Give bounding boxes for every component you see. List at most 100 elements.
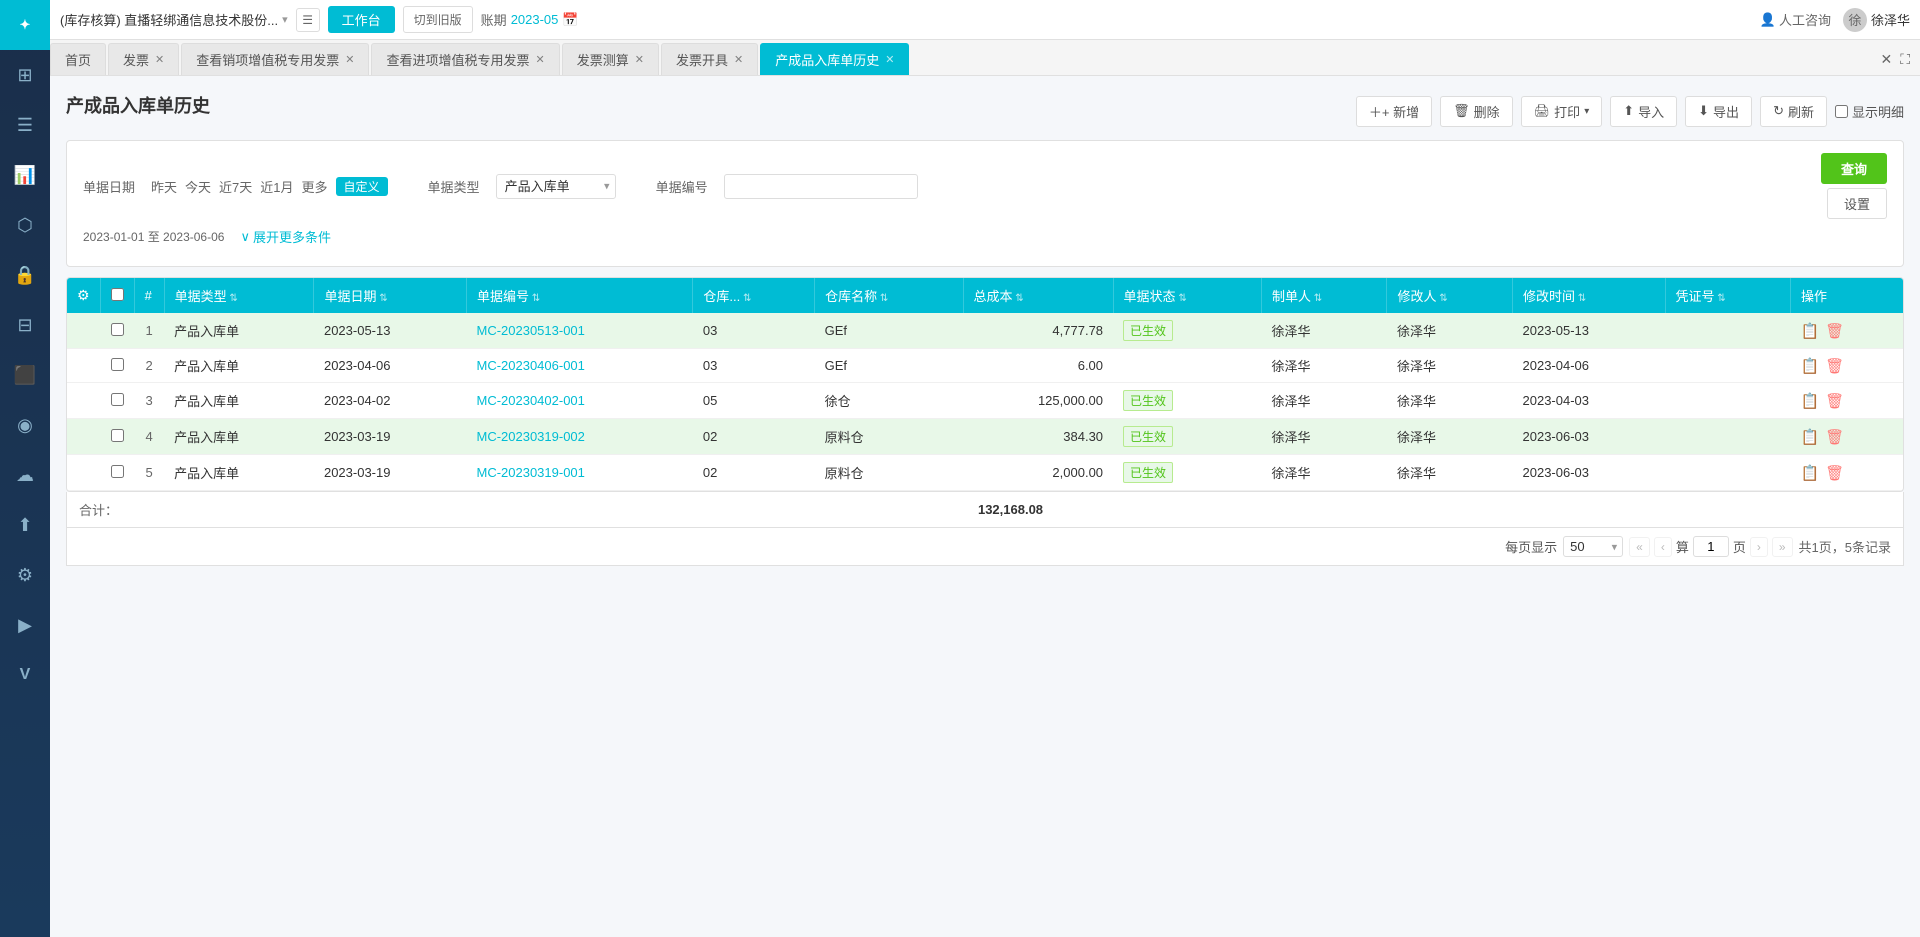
- row-checkbox-4[interactable]: [111, 429, 124, 442]
- col-voucher[interactable]: 凭证号: [1665, 278, 1791, 313]
- col-total-cost[interactable]: 总成本: [963, 278, 1113, 313]
- tab-close-invoice-open[interactable]: ✕: [734, 53, 743, 66]
- edit-icon[interactable]: 📋: [1801, 464, 1820, 482]
- delete-row-icon[interactable]: 🗑: [1825, 357, 1844, 375]
- col-warehouse-code[interactable]: 仓库...: [693, 278, 815, 313]
- edit-icon[interactable]: 📋: [1801, 357, 1820, 375]
- print-button[interactable]: 🖨 打印 ▾: [1521, 96, 1603, 127]
- tab-close-vat-special[interactable]: ✕: [345, 53, 354, 66]
- row-checkbox-cell: [100, 313, 134, 349]
- col-code[interactable]: 单据编号: [466, 278, 692, 313]
- type-filter-label: 单据类型: [428, 177, 480, 196]
- col-creator[interactable]: 制单人: [1261, 278, 1387, 313]
- row-code-link[interactable]: MC-20230319-002: [476, 429, 584, 444]
- tab-invoice[interactable]: 发票 ✕: [108, 43, 179, 75]
- import-button[interactable]: ⬆ 导入: [1610, 96, 1677, 127]
- date-shortcut-1month[interactable]: 近1月: [260, 177, 293, 196]
- row-code-link[interactable]: MC-20230319-001: [476, 465, 584, 480]
- filter-setting-button[interactable]: 设置: [1827, 188, 1887, 219]
- col-warehouse-name[interactable]: 仓库名称: [815, 278, 963, 313]
- edit-icon[interactable]: 📋: [1801, 392, 1820, 410]
- sidebar-item-doc[interactable]: ☰: [0, 100, 50, 150]
- edit-icon[interactable]: 📋: [1801, 428, 1820, 446]
- col-status[interactable]: 单据状态: [1113, 278, 1261, 313]
- row-code-link[interactable]: MC-20230513-001: [476, 323, 584, 338]
- new-button[interactable]: ＋ + 新增: [1356, 96, 1432, 127]
- date-shortcut-more[interactable]: 更多: [302, 177, 328, 196]
- sidebar-item-play[interactable]: ▶: [0, 600, 50, 650]
- tab-close-vat-input[interactable]: ✕: [536, 53, 545, 66]
- row-checkbox-3[interactable]: [111, 393, 124, 406]
- sidebar-item-cloud[interactable]: ☁: [0, 450, 50, 500]
- date-shortcut-yesterday[interactable]: 昨天: [151, 177, 177, 196]
- tab-product-in-history[interactable]: 产成品入库单历史 ✕: [760, 43, 909, 75]
- sidebar-item-gear[interactable]: ⚙: [0, 550, 50, 600]
- per-page-select[interactable]: 50 100 200: [1563, 536, 1623, 557]
- row-checkbox-2[interactable]: [111, 358, 124, 371]
- col-modifier[interactable]: 修改人: [1387, 278, 1513, 313]
- next-page-button[interactable]: ›: [1750, 537, 1768, 557]
- sidebar-item-module[interactable]: ⊟: [0, 300, 50, 350]
- col-type[interactable]: 单据类型: [164, 278, 314, 313]
- row-total-cost-cell: 125,000.00: [963, 383, 1113, 419]
- sidebar-item-home[interactable]: ⊞: [0, 50, 50, 100]
- refresh-button[interactable]: ↻ 刷新: [1760, 96, 1827, 127]
- row-checkbox-5[interactable]: [111, 465, 124, 478]
- export-button[interactable]: ⬇ 导出: [1685, 96, 1752, 127]
- calendar-icon[interactable]: 📅: [562, 12, 578, 28]
- workbench-button[interactable]: 工作台: [328, 6, 395, 33]
- row-code-link[interactable]: MC-20230402-001: [476, 393, 584, 408]
- show-detail-checkbox[interactable]: [1835, 105, 1848, 118]
- type-select[interactable]: 产品入库单: [496, 174, 616, 199]
- delete-row-icon[interactable]: 🗑: [1825, 322, 1844, 340]
- query-button[interactable]: 查询: [1821, 153, 1887, 184]
- date-shortcut-today[interactable]: 今天: [185, 177, 211, 196]
- show-detail-checkbox-label[interactable]: 显示明细: [1835, 102, 1904, 121]
- delete-row-icon[interactable]: 🗑: [1825, 428, 1844, 446]
- tab-view-vat-input[interactable]: 查看进项增值税专用发票 ✕: [371, 43, 559, 75]
- number-input[interactable]: [724, 174, 918, 199]
- tab-invoice-open[interactable]: 发票开具 ✕: [661, 43, 758, 75]
- sidebar-item-v[interactable]: V: [0, 650, 50, 700]
- select-all-checkbox[interactable]: [111, 288, 124, 301]
- col-settings[interactable]: ⚙: [67, 278, 100, 313]
- sidebar-item-lock[interactable]: 🔒: [0, 250, 50, 300]
- window-maximize-icon[interactable]: ⛶: [1900, 51, 1910, 68]
- row-total-cost-cell: 4,777.78: [963, 313, 1113, 349]
- support-link[interactable]: 👤 人工咨询: [1760, 10, 1831, 29]
- tab-close-product-in-history[interactable]: ✕: [885, 53, 894, 66]
- tab-invoice-calc[interactable]: 发票测算 ✕: [562, 43, 659, 75]
- date-shortcut-7days[interactable]: 近7天: [219, 177, 252, 196]
- page-number-input[interactable]: [1693, 536, 1729, 557]
- tab-home[interactable]: 首页: [50, 43, 106, 75]
- sidebar-item-hex[interactable]: ⬡: [0, 200, 50, 250]
- delete-row-icon[interactable]: 🗑: [1825, 464, 1844, 482]
- col-modify-time[interactable]: 修改时间: [1513, 278, 1666, 313]
- tab-view-vat-special[interactable]: 查看销项增值税专用发票 ✕: [181, 43, 369, 75]
- old-version-button[interactable]: 切到旧版: [403, 6, 473, 33]
- row-checkbox-1[interactable]: [111, 323, 124, 336]
- delete-button[interactable]: 🗑 删除: [1440, 96, 1513, 127]
- sidebar-item-chart[interactable]: 📊: [0, 150, 50, 200]
- expand-more-btn[interactable]: ∨ 展开更多条件: [240, 227, 331, 246]
- row-status-cell: 已生效: [1113, 313, 1261, 349]
- company-dropdown-icon[interactable]: ▾: [282, 13, 288, 26]
- settings-header-icon[interactable]: ⚙: [77, 287, 90, 303]
- first-page-button[interactable]: «: [1629, 537, 1650, 557]
- user-info[interactable]: 徐 徐泽华: [1843, 8, 1910, 32]
- sidebar-item-seal[interactable]: ◉: [0, 400, 50, 450]
- window-close-icon[interactable]: ✕: [1880, 51, 1892, 68]
- last-page-button[interactable]: »: [1772, 537, 1793, 557]
- row-warehouse-name-cell: GEf: [815, 349, 963, 383]
- tab-close-invoice-calc[interactable]: ✕: [635, 53, 644, 66]
- sidebar-item-active[interactable]: ⬛: [0, 350, 50, 400]
- sidebar-item-upload[interactable]: ⬆: [0, 500, 50, 550]
- document-icon[interactable]: ☰: [296, 8, 320, 32]
- row-code-link[interactable]: MC-20230406-001: [476, 358, 584, 373]
- prev-page-button[interactable]: ‹: [1654, 537, 1672, 557]
- date-custom-badge[interactable]: 自定义: [336, 177, 388, 196]
- tab-close-invoice[interactable]: ✕: [155, 53, 164, 66]
- edit-icon[interactable]: 📋: [1801, 322, 1820, 340]
- col-date[interactable]: 单据日期: [314, 278, 467, 313]
- delete-row-icon[interactable]: 🗑: [1825, 392, 1844, 410]
